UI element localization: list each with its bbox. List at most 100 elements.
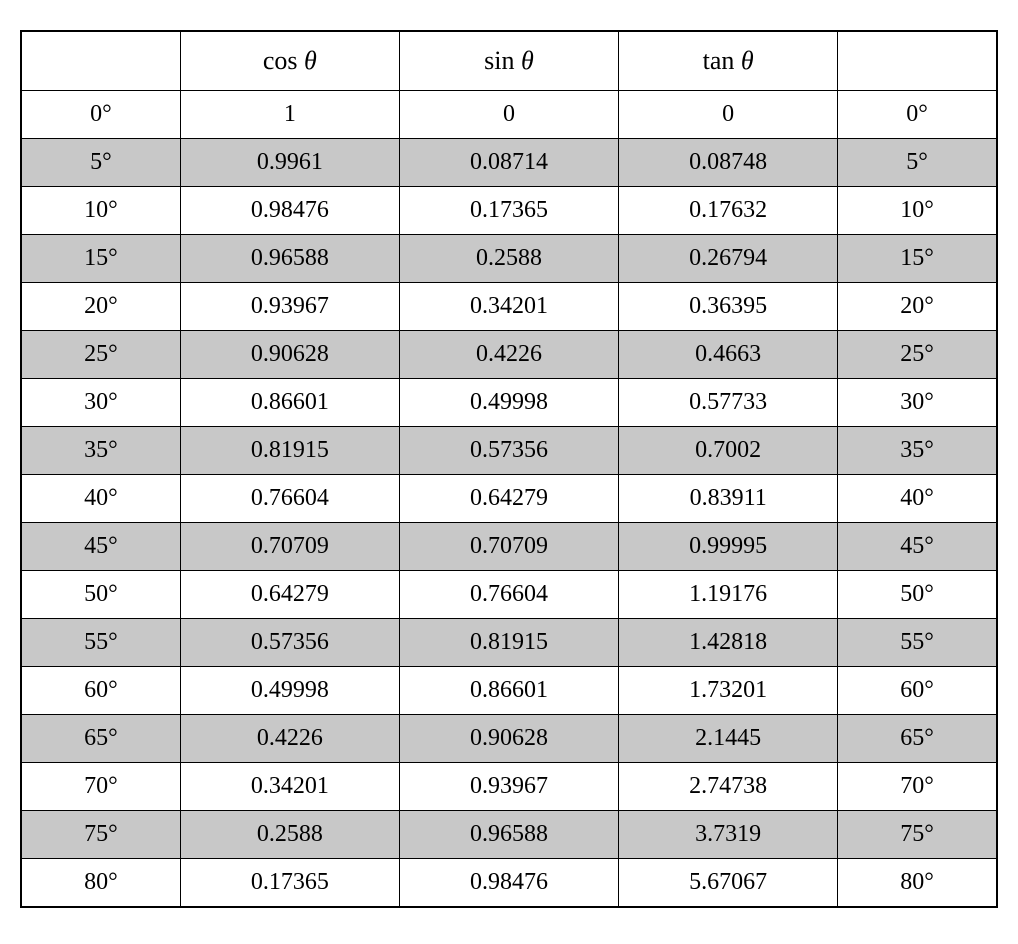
table-row: 45°0.707090.707090.9999545° xyxy=(21,523,997,571)
cell-tan: 0.57733 xyxy=(619,379,838,427)
cell-sin: 0.17365 xyxy=(399,187,618,235)
header-cos: cos θ xyxy=(180,31,399,91)
cell-sin: 0.81915 xyxy=(399,619,618,667)
cell-cos: 0.86601 xyxy=(180,379,399,427)
cell-angle-right: 70° xyxy=(838,763,997,811)
table-row: 30°0.866010.499980.5773330° xyxy=(21,379,997,427)
cell-tan: 1.73201 xyxy=(619,667,838,715)
cell-sin: 0.2588 xyxy=(399,235,618,283)
table-row: 75°0.25880.965883.731975° xyxy=(21,811,997,859)
table-row: 20°0.939670.342010.3639520° xyxy=(21,283,997,331)
cell-cos: 0.4226 xyxy=(180,715,399,763)
cell-angle-left: 30° xyxy=(21,379,180,427)
cell-angle-right: 50° xyxy=(838,571,997,619)
table-row: 10°0.984760.173650.1763210° xyxy=(21,187,997,235)
trig-table: cos θ sin θ tan θ 0°1000°5°0.99610.08714… xyxy=(20,30,998,908)
cell-angle-left: 10° xyxy=(21,187,180,235)
cell-sin: 0 xyxy=(399,91,618,139)
cell-sin: 0.64279 xyxy=(399,475,618,523)
cell-tan: 0.17632 xyxy=(619,187,838,235)
trig-table-container: cos θ sin θ tan θ 0°1000°5°0.99610.08714… xyxy=(20,30,998,908)
cell-angle-right: 40° xyxy=(838,475,997,523)
cell-tan: 5.67067 xyxy=(619,859,838,908)
cell-cos: 0.76604 xyxy=(180,475,399,523)
header-angle-left xyxy=(21,31,180,91)
cell-sin: 0.08714 xyxy=(399,139,618,187)
table-body: 0°1000°5°0.99610.087140.087485°10°0.9847… xyxy=(21,91,997,908)
cell-sin: 0.49998 xyxy=(399,379,618,427)
table-row: 60°0.499980.866011.7320160° xyxy=(21,667,997,715)
cell-tan: 0.36395 xyxy=(619,283,838,331)
header-angle-right xyxy=(838,31,997,91)
cell-cos: 0.93967 xyxy=(180,283,399,331)
table-row: 15°0.965880.25880.2679415° xyxy=(21,235,997,283)
cell-tan: 2.74738 xyxy=(619,763,838,811)
cell-angle-left: 75° xyxy=(21,811,180,859)
cell-tan: 2.1445 xyxy=(619,715,838,763)
table-row: 0°1000° xyxy=(21,91,997,139)
cell-tan: 0.26794 xyxy=(619,235,838,283)
cell-sin: 0.96588 xyxy=(399,811,618,859)
table-row: 70°0.342010.939672.7473870° xyxy=(21,763,997,811)
header-tan: tan θ xyxy=(619,31,838,91)
cell-sin: 0.90628 xyxy=(399,715,618,763)
cell-cos: 0.64279 xyxy=(180,571,399,619)
cell-angle-left: 5° xyxy=(21,139,180,187)
cell-angle-right: 75° xyxy=(838,811,997,859)
table-row: 50°0.642790.766041.1917650° xyxy=(21,571,997,619)
cell-sin: 0.70709 xyxy=(399,523,618,571)
cell-angle-left: 20° xyxy=(21,283,180,331)
cell-tan: 0.4663 xyxy=(619,331,838,379)
cell-angle-right: 15° xyxy=(838,235,997,283)
cell-sin: 0.4226 xyxy=(399,331,618,379)
cell-sin: 0.34201 xyxy=(399,283,618,331)
cell-angle-right: 0° xyxy=(838,91,997,139)
cell-sin: 0.86601 xyxy=(399,667,618,715)
table-row: 65°0.42260.906282.144565° xyxy=(21,715,997,763)
cell-cos: 0.57356 xyxy=(180,619,399,667)
cell-cos: 0.2588 xyxy=(180,811,399,859)
cell-angle-right: 35° xyxy=(838,427,997,475)
cell-angle-left: 80° xyxy=(21,859,180,908)
cell-tan: 0.83911 xyxy=(619,475,838,523)
cell-angle-left: 15° xyxy=(21,235,180,283)
cell-tan: 0 xyxy=(619,91,838,139)
cell-angle-right: 5° xyxy=(838,139,997,187)
cell-angle-right: 65° xyxy=(838,715,997,763)
cell-cos: 0.17365 xyxy=(180,859,399,908)
cell-cos: 0.96588 xyxy=(180,235,399,283)
cell-cos: 0.98476 xyxy=(180,187,399,235)
table-row: 5°0.99610.087140.087485° xyxy=(21,139,997,187)
cell-tan: 0.7002 xyxy=(619,427,838,475)
cell-angle-right: 10° xyxy=(838,187,997,235)
cell-angle-left: 70° xyxy=(21,763,180,811)
cell-angle-left: 0° xyxy=(21,91,180,139)
cell-angle-left: 35° xyxy=(21,427,180,475)
cell-cos: 0.81915 xyxy=(180,427,399,475)
cell-angle-right: 30° xyxy=(838,379,997,427)
cell-cos: 0.70709 xyxy=(180,523,399,571)
cell-cos: 0.90628 xyxy=(180,331,399,379)
cell-cos: 0.9961 xyxy=(180,139,399,187)
table-row: 40°0.766040.642790.8391140° xyxy=(21,475,997,523)
cell-angle-right: 55° xyxy=(838,619,997,667)
table-row: 55°0.573560.819151.4281855° xyxy=(21,619,997,667)
cell-angle-left: 50° xyxy=(21,571,180,619)
cell-angle-left: 55° xyxy=(21,619,180,667)
cell-angle-right: 45° xyxy=(838,523,997,571)
cell-sin: 0.76604 xyxy=(399,571,618,619)
cell-sin: 0.93967 xyxy=(399,763,618,811)
cell-angle-right: 60° xyxy=(838,667,997,715)
cell-angle-left: 65° xyxy=(21,715,180,763)
cell-angle-right: 20° xyxy=(838,283,997,331)
cell-tan: 3.7319 xyxy=(619,811,838,859)
cell-angle-right: 80° xyxy=(838,859,997,908)
cell-tan: 1.42818 xyxy=(619,619,838,667)
header-sin: sin θ xyxy=(399,31,618,91)
table-row: 80°0.173650.984765.6706780° xyxy=(21,859,997,908)
cell-cos: 0.49998 xyxy=(180,667,399,715)
cell-tan: 0.99995 xyxy=(619,523,838,571)
cell-tan: 0.08748 xyxy=(619,139,838,187)
cell-cos: 0.34201 xyxy=(180,763,399,811)
cell-angle-right: 25° xyxy=(838,331,997,379)
